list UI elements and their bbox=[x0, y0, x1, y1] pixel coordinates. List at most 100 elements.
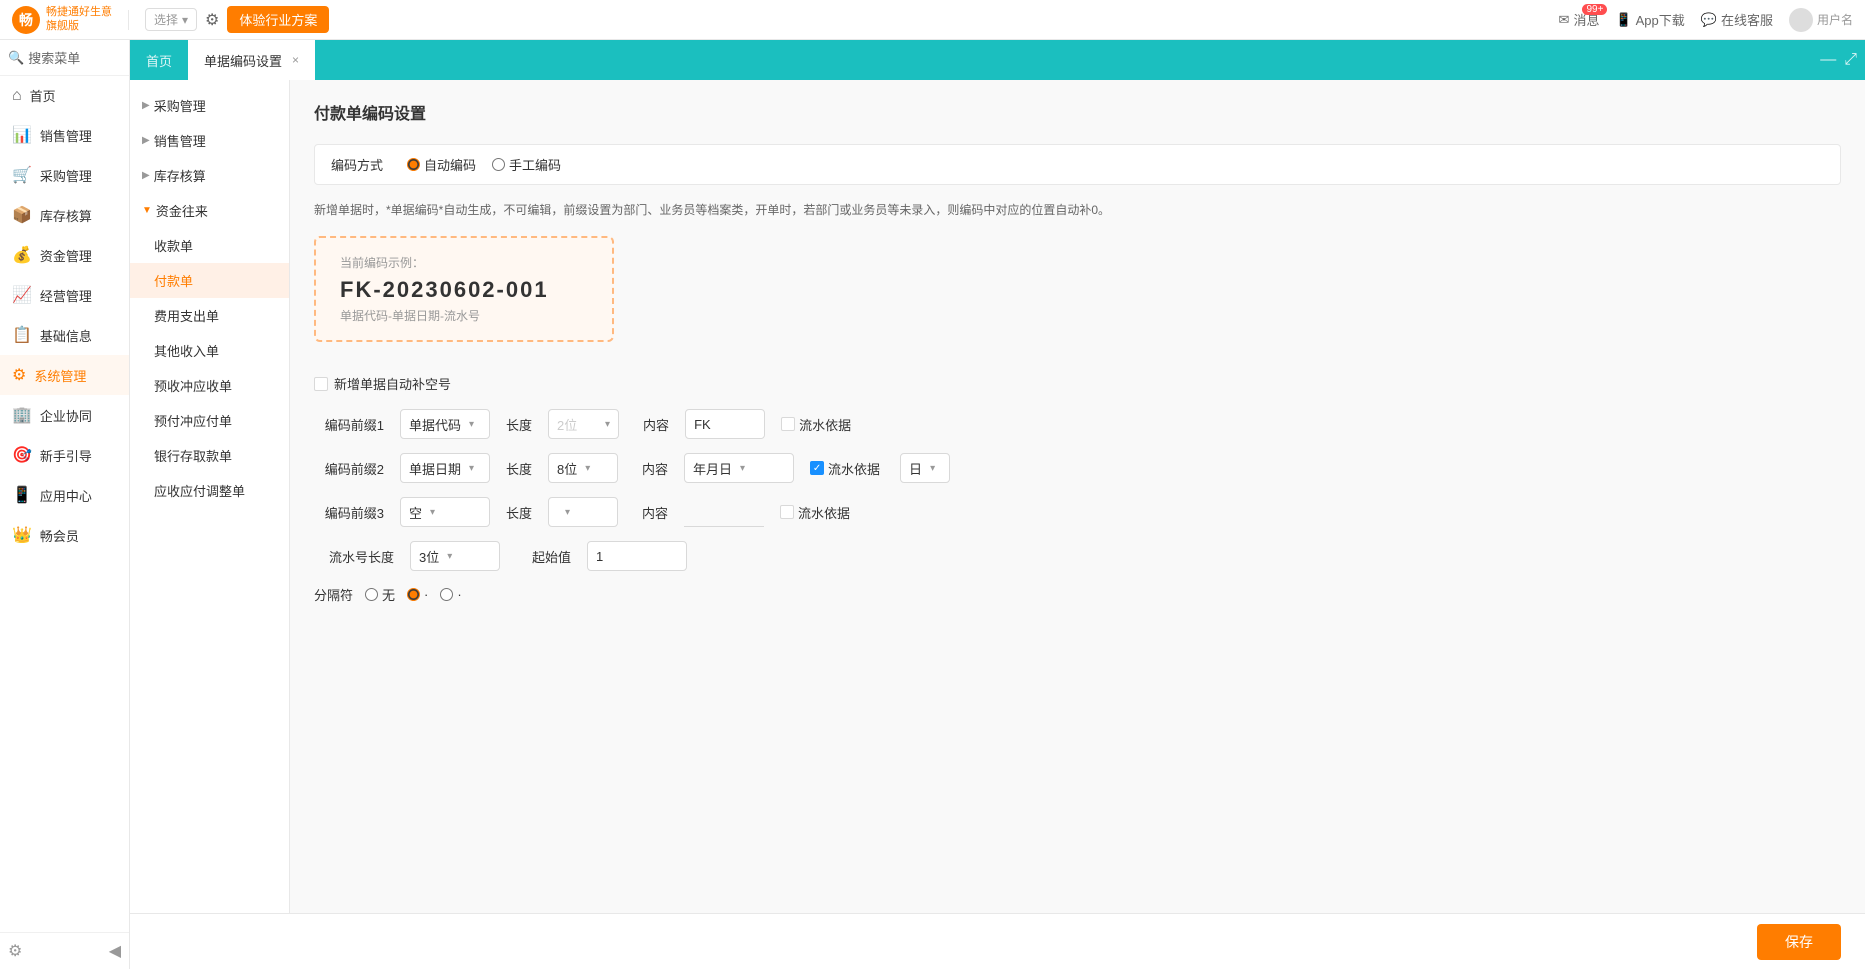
sidebar-item-corp[interactable]: 🏢 企业协同 bbox=[0, 395, 129, 435]
system-icon: ⚙ bbox=[12, 365, 26, 385]
guide-icon: 🎯 bbox=[12, 445, 32, 465]
serial-length-label: 流水号长度 bbox=[314, 547, 394, 566]
prefix3-select[interactable]: 空 ▾ bbox=[400, 497, 490, 527]
separator-radio-group: 无 · · bbox=[365, 585, 462, 604]
serial-row: 流水号长度 3位 ▾ 起始值 bbox=[314, 541, 1841, 571]
prefix1-label: 编码前缀1 bbox=[314, 415, 384, 434]
separator-other-radio[interactable]: · bbox=[440, 587, 461, 602]
message-icon: ✉ bbox=[1559, 12, 1570, 28]
online-service-button[interactable]: 💬 在线客服 bbox=[1701, 10, 1773, 29]
length3-select[interactable]: ▾ bbox=[548, 497, 618, 527]
nav-group-sales: ▶ 销售管理 bbox=[130, 123, 289, 158]
prefix2-label: 编码前缀2 bbox=[314, 459, 384, 478]
message-button[interactable]: ✉ 消息 99+ bbox=[1559, 10, 1600, 29]
app-icon: 📱 bbox=[1615, 12, 1631, 28]
start-value-input[interactable] bbox=[587, 541, 687, 571]
prefix2-select[interactable]: 单据日期 ▾ bbox=[400, 453, 490, 483]
purchase-icon: 🛒 bbox=[12, 165, 32, 185]
nav-group-funds-title[interactable]: ▼ 资金往来 bbox=[130, 193, 289, 228]
sidebar-item-funds[interactable]: 💰 资金管理 bbox=[0, 235, 129, 275]
separator-none-radio[interactable]: 无 bbox=[365, 585, 395, 604]
nav-group-purchase: ▶ 采购管理 bbox=[130, 88, 289, 123]
sales-icon: 📊 bbox=[12, 125, 32, 145]
settings-icon[interactable]: ⚙ bbox=[205, 10, 219, 30]
sidebar-item-sales[interactable]: 📊 销售管理 bbox=[0, 115, 129, 155]
content-area: 首页 单据编码设置 × — ⤢ ▶ 采购管理 bbox=[130, 40, 1865, 969]
main-layout: 🔍 搜索菜单 ⌂ 首页 📊 销售管理 🛒 采购管理 📦 库存核算 💰 资金管理 … bbox=[0, 40, 1865, 969]
length2-label: 长度 bbox=[506, 459, 532, 478]
nav-item-advance-pay[interactable]: 预付冲应付单 bbox=[130, 403, 289, 438]
content1-input[interactable] bbox=[685, 409, 765, 439]
form-row-3: 编码前缀3 空 ▾ 长度 ▾ 内容 流水依据 bbox=[314, 497, 1841, 527]
service-icon: 💬 bbox=[1701, 12, 1717, 28]
tab-close-icon[interactable]: × bbox=[292, 53, 299, 67]
liushui1-check-icon bbox=[781, 417, 795, 431]
sidebar-collapse-icon[interactable]: ◀ bbox=[109, 941, 121, 961]
serial-length-select[interactable]: 3位 ▾ bbox=[410, 541, 500, 571]
save-button[interactable]: 保存 bbox=[1757, 924, 1841, 960]
app-download-button[interactable]: 📱 App下载 bbox=[1615, 10, 1684, 29]
coding-method-radio-group: 自动编码 手工编码 bbox=[407, 155, 561, 174]
prefix1-select[interactable]: 单据代码 ▾ bbox=[400, 409, 490, 439]
nav-item-ar-adjust[interactable]: 应收应付调整单 bbox=[130, 473, 289, 508]
start-value-label: 起始值 bbox=[532, 547, 571, 566]
form-panel: 付款单编码设置 编码方式 自动编码 手工编码 bbox=[290, 80, 1865, 913]
auto-fill-checkbox[interactable] bbox=[314, 377, 328, 391]
liushui3-checkbox[interactable]: 流水依据 bbox=[780, 503, 850, 522]
company-select[interactable]: 选择 ▾ bbox=[145, 8, 197, 31]
sidebar-item-home[interactable]: ⌂ 首页 bbox=[0, 76, 129, 115]
sidebar-item-inventory[interactable]: 📦 库存核算 bbox=[0, 195, 129, 235]
form-row-2: 编码前缀2 单据日期 ▾ 长度 8位 ▾ 内容 年月日 ▾ bbox=[314, 453, 1841, 483]
nav-item-other-income[interactable]: 其他收入单 bbox=[130, 333, 289, 368]
preview-label: 当前编码示例： bbox=[340, 254, 588, 271]
sidebar-settings-icon[interactable]: ⚙ bbox=[8, 941, 22, 961]
nav-item-advance-receipt[interactable]: 预收冲应收单 bbox=[130, 368, 289, 403]
sidebar-item-apps[interactable]: 📱 应用中心 bbox=[0, 475, 129, 515]
separator-dot-radio[interactable]: · bbox=[407, 587, 428, 602]
nav-item-bank-deposit[interactable]: 银行存取款单 bbox=[130, 438, 289, 473]
manual-code-radio[interactable]: 手工编码 bbox=[492, 155, 561, 174]
length1-input bbox=[557, 417, 597, 432]
funds-icon: 💰 bbox=[12, 245, 32, 265]
length2-select[interactable]: 8位 ▾ bbox=[548, 453, 618, 483]
content2-select[interactable]: 年月日 ▾ bbox=[684, 453, 794, 483]
home-icon: ⌂ bbox=[12, 87, 22, 105]
sidebar-item-ops[interactable]: 📈 经营管理 bbox=[0, 275, 129, 315]
content3-input[interactable] bbox=[684, 497, 764, 527]
length1-label: 长度 bbox=[506, 415, 532, 434]
liushui2-checkbox[interactable]: 流水依据 bbox=[810, 459, 880, 478]
sidebar-search[interactable]: 🔍 搜索菜单 bbox=[0, 40, 129, 76]
tab-home[interactable]: 首页 bbox=[130, 40, 188, 80]
username-label: 用户名 bbox=[1817, 11, 1853, 28]
brand-icon: 畅 bbox=[12, 6, 40, 34]
basic-icon: 📋 bbox=[12, 325, 32, 345]
liushui3-check-icon bbox=[780, 505, 794, 519]
top-bar-right: ✉ 消息 99+ 📱 App下载 💬 在线客服 用户名 bbox=[1559, 8, 1853, 32]
tab-code-settings[interactable]: 单据编码设置 × bbox=[188, 40, 315, 80]
preview-value: FK-20230602-001 bbox=[340, 277, 588, 303]
sidebar-item-purchase[interactable]: 🛒 采购管理 bbox=[0, 155, 129, 195]
liushui1-checkbox[interactable]: 流水依据 bbox=[781, 415, 851, 434]
separator-row: 分隔符 无 · · bbox=[314, 585, 1841, 604]
nav-item-expense[interactable]: 费用支出单 bbox=[130, 298, 289, 333]
trial-button[interactable]: 体验行业方案 bbox=[227, 6, 329, 33]
auto-code-radio[interactable]: 自动编码 bbox=[407, 155, 476, 174]
nav-item-receipt[interactable]: 收款单 bbox=[130, 228, 289, 263]
liushui2-check-icon bbox=[810, 461, 824, 475]
tab-expand-icon[interactable]: ⤢ bbox=[1844, 51, 1857, 69]
nav-group-funds: ▼ 资金往来 收款单 付款单 费用支出单 其他收入单 预收冲应收单 预付冲应付单… bbox=[130, 193, 289, 508]
nav-item-payment[interactable]: 付款单 bbox=[130, 263, 289, 298]
brand-text: 畅捷通好生意 旗舰版 bbox=[46, 6, 112, 32]
sidebar-item-guide[interactable]: 🎯 新手引导 bbox=[0, 435, 129, 475]
length1-select[interactable]: ▾ bbox=[548, 409, 619, 439]
preview-desc: 单据代码-单据日期-流水号 bbox=[340, 307, 588, 324]
nav-group-purchase-title[interactable]: ▶ 采购管理 bbox=[130, 88, 289, 123]
nav-group-sales-title[interactable]: ▶ 销售管理 bbox=[130, 123, 289, 158]
user-avatar[interactable]: 用户名 bbox=[1789, 8, 1853, 32]
sidebar-item-basic[interactable]: 📋 基础信息 bbox=[0, 315, 129, 355]
tab-minimize-icon[interactable]: — bbox=[1820, 51, 1836, 69]
sidebar-item-member[interactable]: 👑 畅会员 bbox=[0, 515, 129, 555]
nav-group-inventory-title[interactable]: ▶ 库存核算 bbox=[130, 158, 289, 193]
liushui2-unit-select[interactable]: 日 ▾ bbox=[900, 453, 950, 483]
sidebar-item-system[interactable]: ⚙ 系统管理 bbox=[0, 355, 129, 395]
